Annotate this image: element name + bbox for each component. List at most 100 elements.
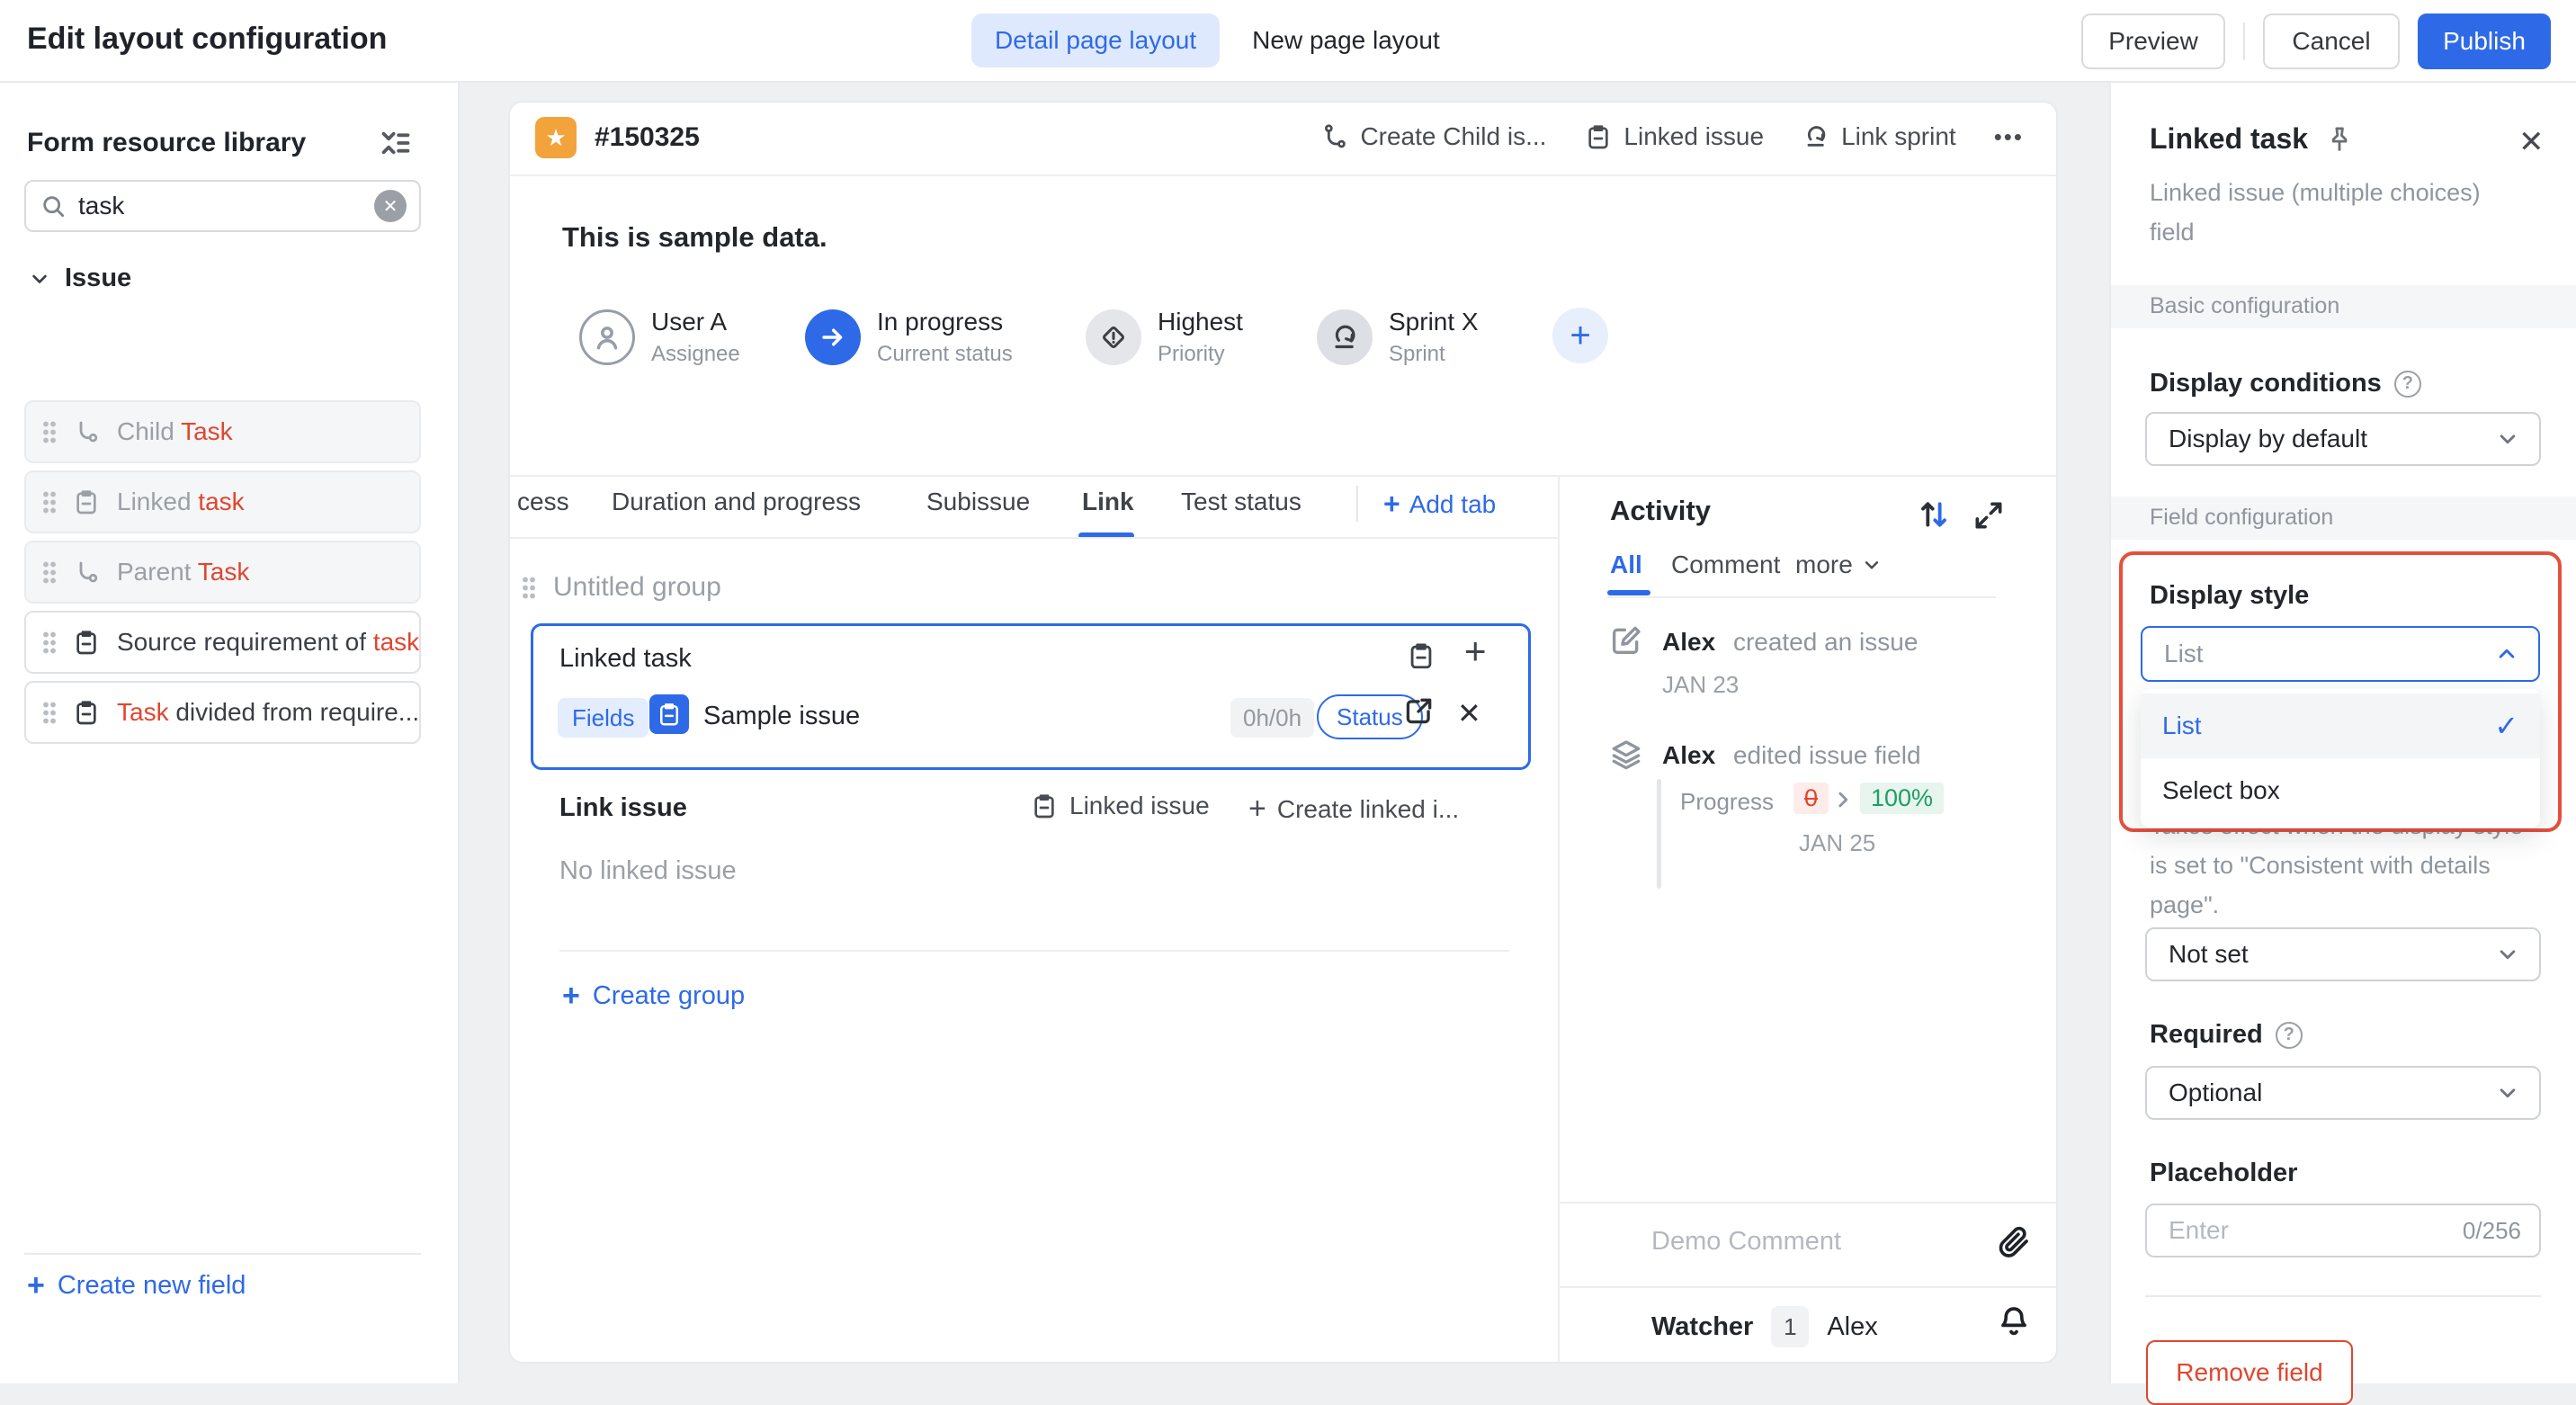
search-input[interactable]	[78, 192, 363, 220]
fields-badge: Fields	[558, 698, 649, 738]
old-value-badge: 0	[1793, 783, 1829, 814]
create-child-issue-button[interactable]: Create Child is...	[1320, 122, 1546, 151]
entry-change-bar	[1657, 779, 1661, 889]
layers-entry-icon	[1608, 736, 1644, 772]
create-group-button[interactable]: + Create group	[562, 979, 745, 1014]
field-card-title: Linked task	[559, 644, 692, 673]
not-set-select[interactable]: Not set	[2145, 927, 2541, 981]
branch-icon	[1320, 122, 1349, 151]
sidebar-footer-divider	[24, 1253, 421, 1255]
sidebar-section-issue[interactable]: Issue	[27, 264, 131, 293]
activity-tab-comment[interactable]: Comment	[1671, 550, 1780, 579]
add-linked-issue-icon[interactable]: +	[1464, 630, 1487, 673]
comment-input[interactable]	[1651, 1227, 1966, 1257]
sort-order-icon[interactable]	[1916, 497, 1952, 532]
more-actions-icon[interactable]: •••	[1994, 123, 2024, 151]
option-select-box[interactable]: Select box	[2141, 758, 2540, 823]
open-external-icon[interactable]	[1401, 694, 1436, 729]
priority-diamond-icon	[1097, 321, 1130, 353]
cancel-button[interactable]: Cancel	[2263, 13, 2400, 69]
plus-icon: +	[1383, 488, 1400, 520]
drag-handle-icon[interactable]	[42, 560, 56, 584]
link-issue-title: Link issue	[559, 793, 687, 822]
clipboard-link-icon[interactable]	[1406, 640, 1436, 671]
item-label: Parent Task	[117, 558, 250, 586]
pin-icon[interactable]	[2324, 124, 2355, 155]
edit-entry-icon	[1608, 622, 1644, 658]
create-linked-issue-action[interactable]: + Create linked i...	[1248, 792, 1459, 827]
tab-process[interactable]: cess	[517, 488, 569, 516]
publish-button[interactable]: Publish	[2418, 13, 2551, 69]
sidebar-item-child-task[interactable]: Child Task	[24, 400, 421, 463]
help-icon[interactable]: ?	[2275, 1021, 2303, 1049]
clipboard-link-icon	[1584, 122, 1613, 151]
linked-issue-button[interactable]: Linked issue	[1584, 122, 1764, 151]
tab-test-status[interactable]: Test status	[1181, 488, 1301, 516]
display-conditions-label-row: Display conditions ?	[2150, 369, 2421, 398]
linked-issue-action[interactable]: Linked issue	[1030, 792, 1210, 820]
display-style-dropdown: List ✓ Select box	[2141, 689, 2540, 828]
tab-duration-progress[interactable]: Duration and progress	[612, 488, 861, 516]
group-header[interactable]: Untitled group	[522, 572, 721, 603]
add-field-button[interactable]: +	[1552, 308, 1608, 363]
bell-icon[interactable]	[1995, 1302, 2033, 1340]
sidebar-item-source-requirement[interactable]: Source requirement of task	[24, 611, 421, 674]
priority-circle	[1086, 309, 1141, 365]
plus-icon: +	[27, 1268, 45, 1302]
create-new-field-button[interactable]: + Create new field	[27, 1268, 246, 1303]
required-select[interactable]: Optional	[2145, 1066, 2541, 1120]
sidebar-search-box[interactable]: ✕	[24, 180, 421, 232]
drag-handle-icon[interactable]	[42, 420, 56, 443]
option-list[interactable]: List ✓	[2141, 694, 2540, 758]
close-panel-icon[interactable]: ✕	[2518, 124, 2545, 160]
plus-icon: +	[562, 979, 580, 1013]
link-sprint-button[interactable]: Link sprint	[1802, 122, 1956, 151]
remove-card-icon[interactable]: ✕	[1457, 696, 1481, 730]
issue-id: #150325	[595, 122, 700, 152]
note-line-2: is set to "Consistent with details	[2150, 852, 2491, 879]
tab-link[interactable]: Link	[1082, 488, 1134, 516]
tab-subissue[interactable]: Subissue	[926, 488, 1030, 516]
field-chip-sprint: Sprint X Sprint	[1317, 308, 1479, 367]
expand-activity-icon[interactable]	[1972, 498, 2006, 532]
star-badge-icon[interactable]: ★	[535, 117, 577, 158]
placeholder-input-box[interactable]: 0/256	[2145, 1204, 2541, 1257]
clipboard-icon	[656, 701, 683, 728]
section-basic-label: Basic configuration	[2150, 293, 2340, 318]
header-actions-divider	[2243, 22, 2245, 60]
drag-handle-icon[interactable]	[42, 701, 56, 724]
clipboard-link-icon	[1030, 792, 1059, 820]
sidebar-item-linked-task[interactable]: Linked task	[24, 470, 421, 533]
placeholder-input[interactable]	[2169, 1216, 2463, 1245]
remove-field-button[interactable]: Remove field	[2146, 1340, 2353, 1405]
activity-tab-more[interactable]: more	[1795, 550, 1883, 579]
change-arrow-icon	[1829, 786, 1856, 813]
display-conditions-select[interactable]: Display by default	[2145, 412, 2541, 466]
tabs-divider	[1356, 486, 1358, 522]
activity-tab-all[interactable]: All	[1610, 550, 1642, 579]
add-tab-button[interactable]: + Add tab	[1383, 488, 1496, 521]
chevron-down-icon	[2494, 425, 2521, 452]
clear-search-icon[interactable]: ✕	[374, 190, 407, 222]
drag-handle-icon[interactable]	[42, 490, 56, 514]
sidebar-item-parent-task[interactable]: Parent Task	[24, 541, 421, 604]
drag-handle-icon[interactable]	[522, 576, 535, 599]
entry-user: Alex	[1662, 741, 1716, 769]
sidebar-item-task-divided[interactable]: Task divided from require...	[24, 681, 421, 744]
chevron-down-icon	[1860, 553, 1883, 577]
tab-detail-page-layout[interactable]: Detail page layout	[971, 13, 1221, 67]
watcher-name: Alex	[1827, 1311, 1878, 1341]
help-icon[interactable]: ?	[2393, 370, 2421, 398]
tab-new-page-layout[interactable]: New page layout	[1252, 26, 1440, 55]
sprint-icon	[1328, 321, 1361, 353]
chevron-down-icon	[2494, 1079, 2521, 1106]
entry-action: created an issue	[1732, 628, 1919, 656]
display-style-select[interactable]: List	[2141, 626, 2540, 682]
panel-title-row: Linked task	[2150, 122, 2355, 156]
preview-button[interactable]: Preview	[2081, 13, 2225, 69]
new-value-badge: 100%	[1860, 783, 1945, 814]
paperclip-icon[interactable]	[1995, 1223, 2033, 1261]
drag-handle-icon[interactable]	[42, 631, 56, 654]
plus-icon: +	[1248, 792, 1266, 826]
collapse-list-icon[interactable]	[379, 126, 413, 160]
